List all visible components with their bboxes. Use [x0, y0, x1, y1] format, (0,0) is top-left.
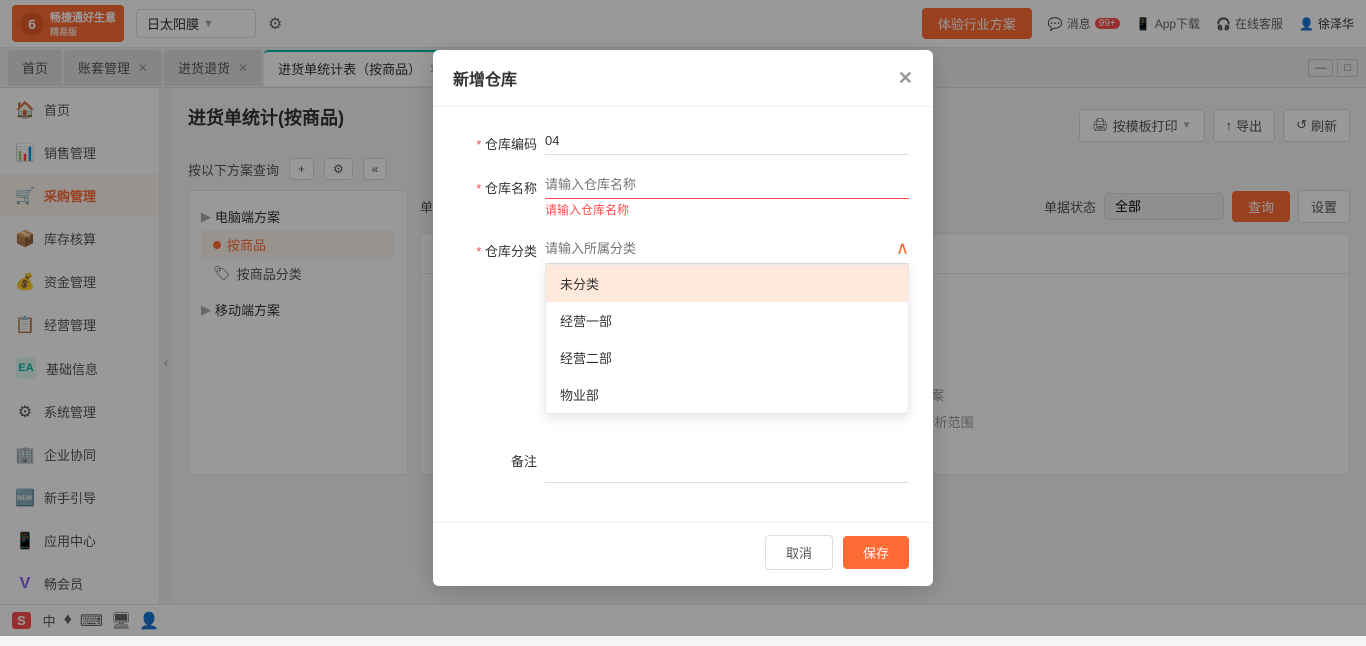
name-label: * 仓库名称 — [457, 171, 537, 197]
new-warehouse-dialog: 新增仓库 ✕ * 仓库编码 * 仓库名称 — [433, 50, 933, 586]
remark-form-row: 备注 — [457, 444, 909, 486]
dialog-close-button[interactable]: ✕ — [898, 68, 913, 89]
code-input[interactable] — [545, 127, 909, 155]
dialog-title: 新增仓库 — [453, 66, 517, 90]
remark-input[interactable] — [545, 444, 909, 483]
category-required: * — [476, 244, 481, 259]
save-button[interactable]: 保存 — [843, 536, 909, 569]
remark-control — [545, 444, 909, 486]
code-control — [545, 127, 909, 155]
code-required: * — [476, 137, 481, 152]
dropdown-item-unclassified[interactable]: 未分类 — [546, 265, 908, 302]
category-form-row: * 仓库分类 ∧ 未分类 经营一部 经营二部 物业部 — [457, 234, 909, 264]
dialog-body: * 仓库编码 * 仓库名称 请输入仓库名称 — [433, 107, 933, 522]
category-label: * 仓库分类 — [457, 234, 537, 260]
dialog-overlay[interactable]: 新增仓库 ✕ * 仓库编码 * 仓库名称 — [0, 0, 1366, 636]
dropdown-item-dept2[interactable]: 经营二部 — [546, 339, 908, 376]
name-control: 请输入仓库名称 — [545, 171, 909, 218]
dialog-header: 新增仓库 ✕ — [433, 50, 933, 107]
category-input[interactable] — [545, 241, 896, 256]
dropdown-item-property[interactable]: 物业部 — [546, 376, 908, 413]
dialog-footer: 取消 保存 — [433, 522, 933, 586]
remark-label: 备注 — [457, 444, 537, 470]
code-label: * 仓库编码 — [457, 127, 537, 153]
dropdown-item-dept1[interactable]: 经营一部 — [546, 302, 908, 339]
category-toggle-icon[interactable]: ∧ — [896, 238, 909, 259]
cancel-button[interactable]: 取消 — [765, 535, 833, 570]
category-control: ∧ 未分类 经营一部 经营二部 物业部 — [545, 234, 909, 264]
category-input-row: ∧ — [545, 234, 909, 264]
name-required: * — [476, 181, 481, 196]
name-error-msg: 请输入仓库名称 — [545, 201, 909, 218]
code-form-row: * 仓库编码 — [457, 127, 909, 155]
category-dropdown: 未分类 经营一部 经营二部 物业部 — [545, 264, 909, 414]
name-form-row: * 仓库名称 请输入仓库名称 — [457, 171, 909, 218]
name-input[interactable] — [545, 171, 909, 199]
